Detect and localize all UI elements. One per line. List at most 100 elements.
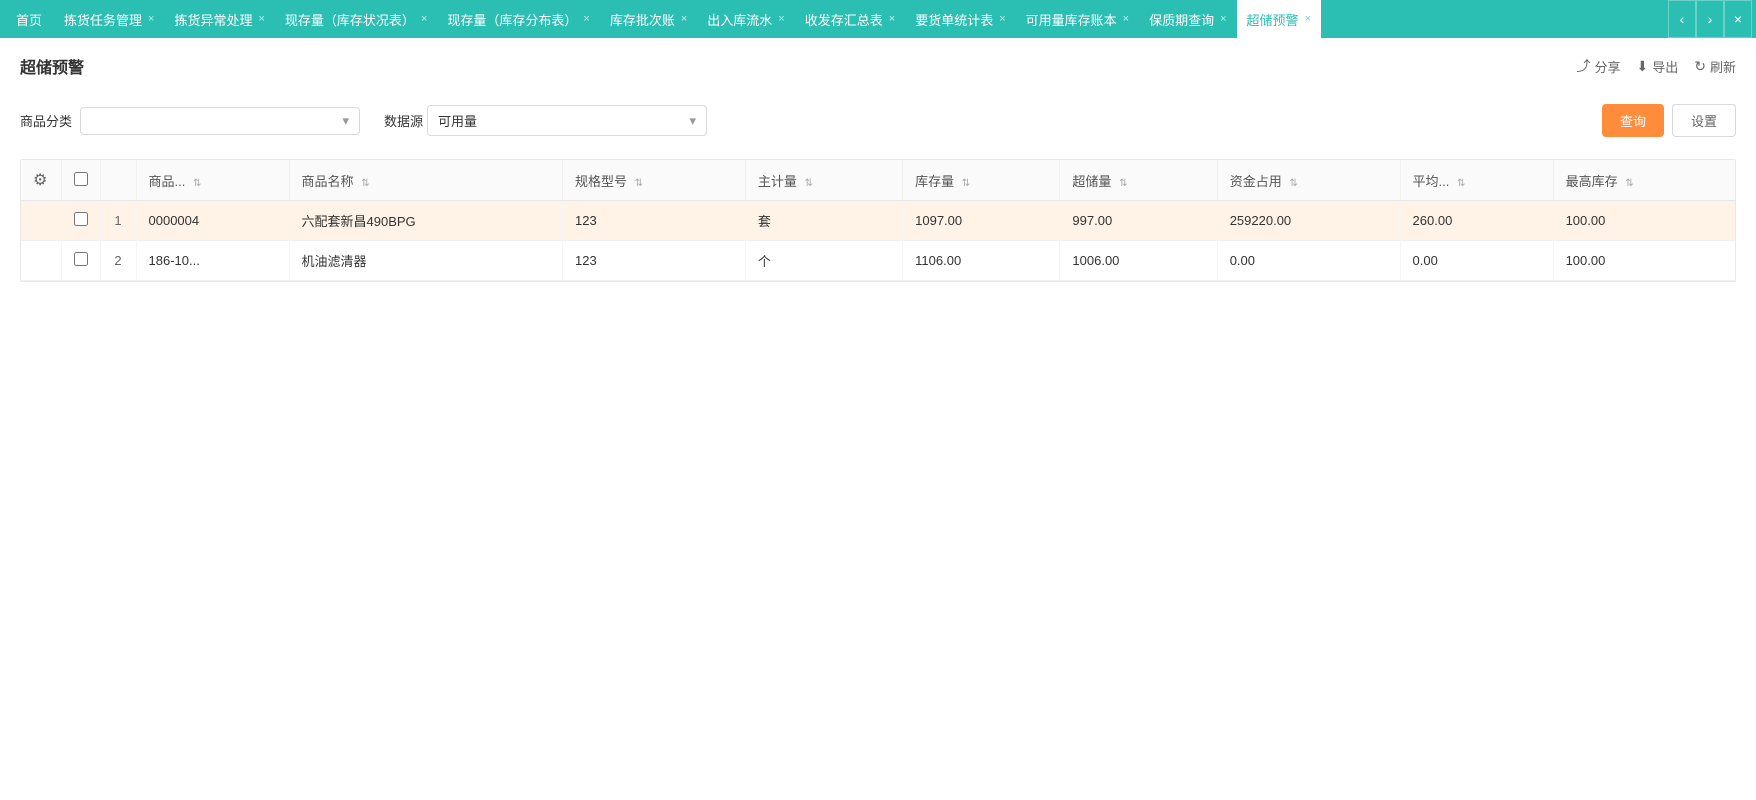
chevron-down-icon: ▾ bbox=[342, 113, 349, 129]
row-index: 2 bbox=[100, 241, 136, 281]
max-stock-cell: 100.00 bbox=[1553, 201, 1735, 241]
row-checkbox[interactable] bbox=[74, 252, 88, 266]
close-icon[interactable]: × bbox=[1123, 13, 1129, 25]
close-icon[interactable]: × bbox=[681, 13, 687, 25]
nav-arrow-right[interactable]: › bbox=[1696, 0, 1724, 38]
product-code-col-header[interactable]: 商品... ⇅ bbox=[136, 160, 289, 201]
overstock-cell: 1006.00 bbox=[1060, 241, 1217, 281]
select-all-checkbox[interactable] bbox=[74, 172, 88, 186]
top-navigation: 首页 拣货任务管理 × 拣货异常处理 × 现存量（库存状况表） × 现存量（库存… bbox=[0, 0, 1756, 38]
max-stock-col-header[interactable]: 最高库存 ⇅ bbox=[1553, 160, 1735, 201]
product-name-col-header[interactable]: 商品名称 ⇅ bbox=[289, 160, 563, 201]
refresh-button[interactable]: ↻ 刷新 bbox=[1694, 57, 1736, 76]
close-icon[interactable]: × bbox=[148, 13, 154, 25]
close-icon[interactable]: × bbox=[889, 13, 895, 25]
nav-arrow-close[interactable]: × bbox=[1724, 0, 1752, 38]
capital-cell: 259220.00 bbox=[1217, 201, 1400, 241]
sort-icon: ⇅ bbox=[361, 178, 369, 189]
stock-cell: 1106.00 bbox=[903, 241, 1060, 281]
close-icon[interactable]: × bbox=[258, 13, 264, 25]
close-icon[interactable]: × bbox=[583, 13, 589, 25]
unit-col-header[interactable]: 主计量 ⇅ bbox=[745, 160, 902, 201]
close-icon[interactable]: × bbox=[1220, 13, 1226, 25]
sort-icon: ⇅ bbox=[1457, 178, 1465, 189]
nav-item-quality-query[interactable]: 保质期查询 × bbox=[1139, 0, 1236, 38]
sort-icon: ⇅ bbox=[962, 178, 970, 189]
filter-bar: 商品分类 ▾ 数据源 可用量 ▾ 查询 设置 bbox=[20, 94, 1736, 147]
header-actions: ⤴ 分享 ⬇ 导出 ↻ 刷新 bbox=[1576, 56, 1736, 76]
page-title: 超储预警 bbox=[20, 54, 84, 78]
nav-item-inventory-status[interactable]: 现存量（库存状况表） × bbox=[275, 0, 437, 38]
spec-cell: 123 bbox=[563, 201, 746, 241]
row-select-cell[interactable] bbox=[61, 241, 100, 281]
row-checkbox[interactable] bbox=[74, 212, 88, 226]
export-button[interactable]: ⬇ 导出 bbox=[1637, 57, 1679, 76]
datasource-value: 可用量 bbox=[438, 111, 477, 130]
table-body: 1 0000004 六配套新昌490BPG 123 套 1097.00 997.… bbox=[21, 201, 1735, 281]
capital-col-header[interactable]: 资金占用 ⇅ bbox=[1217, 160, 1400, 201]
category-filter: 商品分类 ▾ bbox=[20, 107, 360, 135]
nav-item-batch-account[interactable]: 库存批次账 × bbox=[600, 0, 697, 38]
nav-item-available-account[interactable]: 可用量库存账本 × bbox=[1016, 0, 1139, 38]
sort-icon: ⇅ bbox=[635, 178, 643, 189]
stock-col-header[interactable]: 库存量 ⇅ bbox=[903, 160, 1060, 201]
export-icon: ⬇ bbox=[1637, 58, 1649, 75]
close-icon[interactable]: × bbox=[778, 13, 784, 25]
nav-item-recv-summary[interactable]: 收发存汇总表 × bbox=[795, 0, 905, 38]
product-code-cell: 0000004 bbox=[136, 201, 289, 241]
chevron-down-icon: ▾ bbox=[690, 113, 697, 129]
nav-item-order-stats[interactable]: 要货单统计表 × bbox=[905, 0, 1015, 38]
settings-icon[interactable]: ⚙ bbox=[33, 172, 47, 189]
nav-item-inventory-dist[interactable]: 现存量（库存分布表） × bbox=[437, 0, 599, 38]
close-icon[interactable]: × bbox=[1305, 13, 1311, 25]
page-container: 超储预警 ⤴ 分享 ⬇ 导出 ↻ 刷新 商品分类 ▾ 数据源 bbox=[0, 38, 1756, 800]
sort-icon: ⇅ bbox=[193, 178, 201, 189]
datasource-select[interactable]: 可用量 ▾ bbox=[427, 105, 707, 136]
avg-cell: 260.00 bbox=[1400, 201, 1553, 241]
row-index: 1 bbox=[100, 201, 136, 241]
settings-button[interactable]: 设置 bbox=[1672, 104, 1736, 137]
row-settings-cell bbox=[21, 201, 61, 241]
capital-cell: 0.00 bbox=[1217, 241, 1400, 281]
nav-arrows: ‹ › × bbox=[1668, 0, 1752, 38]
category-label: 商品分类 bbox=[20, 111, 72, 130]
avg-col-header[interactable]: 平均... ⇅ bbox=[1400, 160, 1553, 201]
sort-icon: ⇅ bbox=[1289, 178, 1297, 189]
nav-arrow-left[interactable]: ‹ bbox=[1668, 0, 1696, 38]
spec-cell: 123 bbox=[563, 241, 746, 281]
data-table-container: ⚙ 商品... ⇅ 商品名称 ⇅ 规格型号 bbox=[20, 159, 1736, 282]
share-icon: ⤴ bbox=[1576, 56, 1590, 76]
nav-item-inout-flow[interactable]: 出入库流水 × bbox=[697, 0, 794, 38]
nav-home[interactable]: 首页 bbox=[4, 10, 54, 29]
row-select-cell[interactable] bbox=[61, 201, 100, 241]
unit-cell: 套 bbox=[745, 201, 902, 241]
row-settings-cell bbox=[21, 241, 61, 281]
stock-cell: 1097.00 bbox=[903, 201, 1060, 241]
nav-item-overstock-warning[interactable]: 超储预警 × bbox=[1237, 0, 1321, 38]
share-button[interactable]: ⤴ 分享 bbox=[1576, 56, 1620, 76]
nav-item-task-mgmt[interactable]: 拣货任务管理 × bbox=[54, 0, 164, 38]
close-icon[interactable]: × bbox=[999, 13, 1005, 25]
select-col-header bbox=[61, 160, 100, 201]
settings-col-header: ⚙ bbox=[21, 160, 61, 201]
filter-actions: 查询 设置 bbox=[1602, 104, 1736, 137]
table-row: 2 186-10... 机油滤清器 123 个 1106.00 1006.00 … bbox=[21, 241, 1735, 281]
max-stock-cell: 100.00 bbox=[1553, 241, 1735, 281]
data-table: ⚙ 商品... ⇅ 商品名称 ⇅ 规格型号 bbox=[21, 160, 1735, 281]
index-col-header bbox=[100, 160, 136, 201]
query-button[interactable]: 查询 bbox=[1602, 104, 1664, 137]
overstock-col-header[interactable]: 超储量 ⇅ bbox=[1060, 160, 1217, 201]
overstock-cell: 997.00 bbox=[1060, 201, 1217, 241]
table-header-row: ⚙ 商品... ⇅ 商品名称 ⇅ 规格型号 bbox=[21, 160, 1735, 201]
spec-col-header[interactable]: 规格型号 ⇅ bbox=[563, 160, 746, 201]
refresh-icon: ↻ bbox=[1694, 58, 1706, 75]
avg-cell: 0.00 bbox=[1400, 241, 1553, 281]
close-icon[interactable]: × bbox=[421, 13, 427, 25]
sort-icon: ⇅ bbox=[1625, 178, 1633, 189]
product-code-cell: 186-10... bbox=[136, 241, 289, 281]
table-row: 1 0000004 六配套新昌490BPG 123 套 1097.00 997.… bbox=[21, 201, 1735, 241]
category-select[interactable]: ▾ bbox=[80, 107, 360, 135]
product-name-cell: 机油滤清器 bbox=[289, 241, 563, 281]
unit-cell: 个 bbox=[745, 241, 902, 281]
nav-item-abnormal[interactable]: 拣货异常处理 × bbox=[164, 0, 274, 38]
